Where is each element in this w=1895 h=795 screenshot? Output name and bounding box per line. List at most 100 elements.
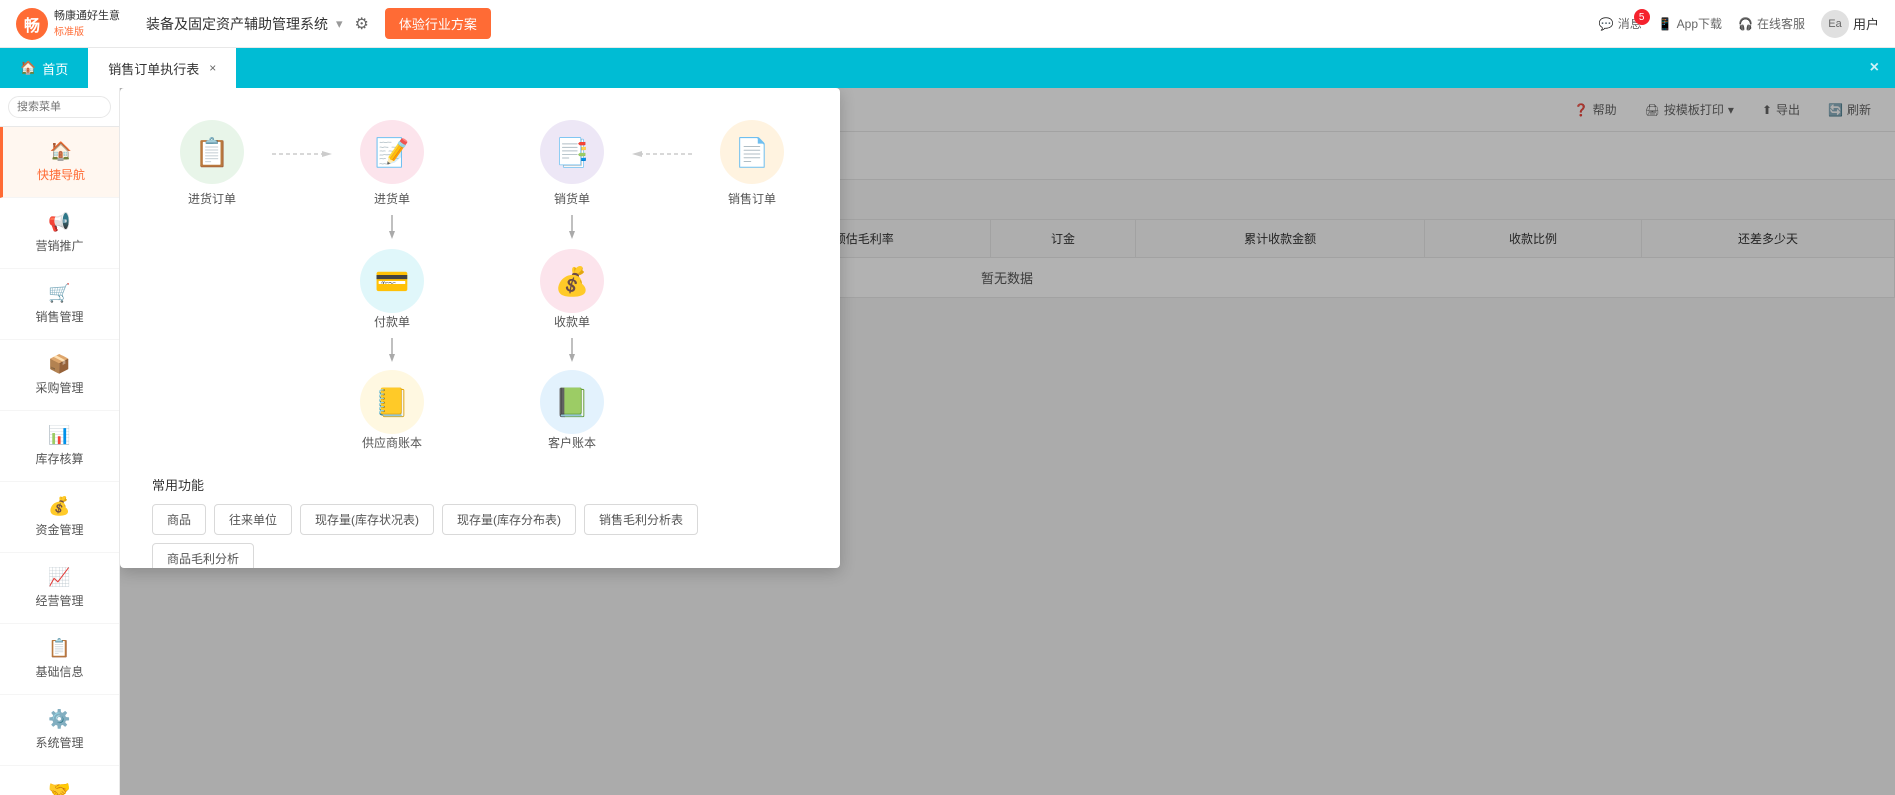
- customer-account-label: 客户账本: [548, 434, 596, 451]
- receipt-bill-node[interactable]: 💰 收款单: [512, 241, 632, 338]
- message-item[interactable]: 💬 消息 5: [1599, 15, 1642, 32]
- cf-btn-sales-margin[interactable]: 销售毛利分析表: [584, 504, 698, 535]
- s3: [452, 338, 512, 362]
- sidebar-label-marketing: 营销推广: [35, 237, 83, 254]
- common-buttons-row-1: 商品 往来单位 现存量(库存状况表) 现存量(库存分布表) 销售毛利分析表 商品…: [152, 504, 808, 568]
- online-service-item[interactable]: 🎧 在线客服: [1738, 15, 1805, 32]
- system-title-area: 装备及固定资产辅助管理系统 ▾ ⚙ 体验行业方案: [136, 8, 1599, 39]
- arrow-down-pay: [332, 338, 452, 362]
- logo-text: 畅康通好生意: [54, 9, 120, 23]
- message-badge: 5: [1634, 9, 1650, 25]
- sidebar-label-quick-nav: 快捷导航: [37, 166, 85, 183]
- supplier-account-circle: 📒: [360, 370, 424, 434]
- payment-bill-node[interactable]: 💳 付款单: [332, 241, 452, 338]
- cf-btn-goods-margin[interactable]: 商品毛利分析: [152, 543, 254, 568]
- cf-btn-stock-status[interactable]: 现存量(库存状况表): [300, 504, 434, 535]
- purchase-order-node[interactable]: 📋 进货订单: [152, 112, 272, 215]
- search-input[interactable]: [8, 96, 111, 118]
- customer-account-icon: 📗: [555, 386, 590, 419]
- sales-bill-label: 销货单: [554, 190, 590, 207]
- receipt-bill-icon: 💰: [555, 265, 590, 298]
- purchase-order-label: 进货订单: [188, 190, 236, 207]
- cf-btn-stock-dist[interactable]: 现存量(库存分布表): [442, 504, 576, 535]
- arrow-down-row-1: [152, 215, 632, 241]
- purchase-bill-node[interactable]: 📝 进货单: [332, 112, 452, 215]
- customer-account-circle: 📗: [540, 370, 604, 434]
- user-item[interactable]: Ea 用户: [1821, 10, 1879, 38]
- spacer-mid: [452, 215, 512, 241]
- sidebar-item-enterprise[interactable]: 🤝 企业协同: [0, 766, 119, 795]
- cf-btn-goods[interactable]: 商品: [152, 504, 206, 535]
- operations-icon: 📈: [48, 567, 70, 588]
- close-all-button[interactable]: ×: [1870, 59, 1879, 77]
- receipt-bill-label: 收款单: [554, 313, 590, 330]
- purchase-bill-circle: 📝: [360, 120, 424, 184]
- app-download-label: App下载: [1677, 15, 1722, 32]
- finance-icon: 💰: [48, 496, 70, 517]
- sidebar-label-basic-info: 基础信息: [35, 663, 83, 680]
- sidebar-item-basic-info[interactable]: 📋 基础信息: [0, 624, 119, 695]
- top-header: 畅 畅康通好生意 标准版 装备及固定资产辅助管理系统 ▾ ⚙ 体验行业方案 💬 …: [0, 0, 1895, 48]
- sidebar-item-system[interactable]: ⚙️ 系统管理: [0, 695, 119, 766]
- payment-bill-label: 付款单: [374, 313, 410, 330]
- settings-icon[interactable]: ⚙: [355, 14, 369, 34]
- flow-row-2: 💳 付款单 💰 收款单: [152, 241, 632, 338]
- supplier-account-icon: 📒: [375, 386, 410, 419]
- logo-icon: 畅: [16, 8, 48, 40]
- main-layout: 🏠 快捷导航 📢 营销推广 🛒 销售管理 📦 采购管理 📊 库存核算 💰 资金管…: [0, 88, 1895, 795]
- sidebar-label-purchase: 采购管理: [35, 379, 83, 396]
- common-functions-title: 常用功能: [152, 475, 808, 494]
- sidebar-label-finance: 资金管理: [35, 521, 83, 538]
- header-right: 💬 消息 5 📱 App下载 🎧 在线客服 Ea 用户: [1599, 10, 1879, 38]
- nav-tabs: 🏠 首页 销售订单执行表 × ×: [0, 48, 1895, 88]
- overlay[interactable]: 📋 进货订单: [120, 88, 1895, 795]
- s2: [272, 338, 332, 362]
- sidebar-item-purchase[interactable]: 📦 采购管理: [0, 340, 119, 411]
- home-icon: 🏠: [20, 60, 36, 76]
- common-functions: 常用功能 商品 往来单位 现存量(库存状况表) 现存量(库存分布表) 销售毛利分…: [152, 475, 808, 568]
- arrow-down-sales: [512, 215, 632, 241]
- receipt-bill-circle: 💰: [540, 249, 604, 313]
- content-area: ❓ 帮助 🖨 按模板打印 ▾ ⬆ 导出 🔄 刷新 📅 单据状态: [120, 88, 1895, 795]
- modal: 📋 进货订单: [120, 88, 840, 568]
- spacer-left: [152, 215, 272, 241]
- sidebar-item-operations[interactable]: 📈 经营管理: [0, 553, 119, 624]
- sales-bill-node[interactable]: 📑 销货单: [512, 112, 632, 215]
- customer-account-node[interactable]: 📗 客户账本: [512, 362, 632, 459]
- supplier-account-label: 供应商账本: [362, 434, 422, 451]
- payment-bill-circle: 💳: [360, 249, 424, 313]
- spacer-arrow: [272, 215, 332, 241]
- headset-icon: 🎧: [1738, 17, 1753, 31]
- tab-home[interactable]: 🏠 首页: [0, 48, 88, 88]
- experience-button[interactable]: 体验行业方案: [385, 8, 491, 39]
- flow-row-1: 📋 进货订单: [152, 112, 812, 215]
- purchase-order-circle: 📋: [180, 120, 244, 184]
- sidebar-item-marketing[interactable]: 📢 营销推广: [0, 198, 119, 269]
- sidebar-label-system: 系统管理: [35, 734, 83, 751]
- logo-area: 畅 畅康通好生意 标准版: [16, 8, 136, 40]
- tab-sales-order[interactable]: 销售订单执行表 ×: [88, 48, 236, 88]
- payment-bill-icon: 💳: [375, 265, 410, 298]
- system-title: 装备及固定资产辅助管理系统: [146, 14, 328, 34]
- search-bar-sidebar: [0, 88, 119, 127]
- dropdown-arrow-icon[interactable]: ▾: [336, 16, 343, 32]
- app-download-item[interactable]: 📱 App下载: [1658, 15, 1722, 32]
- sales-order-circle: 📄: [720, 120, 784, 184]
- s1: [152, 338, 272, 362]
- tab-home-label: 首页: [42, 59, 68, 78]
- cf-btn-partners[interactable]: 往来单位: [214, 504, 292, 535]
- sidebar-item-inventory[interactable]: 📊 库存核算: [0, 411, 119, 482]
- sidebar-item-finance[interactable]: 💰 资金管理: [0, 482, 119, 553]
- sales-bill-icon: 📑: [555, 136, 590, 169]
- sidebar: 🏠 快捷导航 📢 营销推广 🛒 销售管理 📦 采购管理 📊 库存核算 💰 资金管…: [0, 88, 120, 795]
- arrow-down-purchase: [332, 215, 452, 241]
- arrow-down-rec: [512, 338, 632, 362]
- sales-order-node[interactable]: 📄 销售订单: [692, 112, 812, 215]
- arrow-left-1: [632, 148, 692, 180]
- tab-close-icon[interactable]: ×: [209, 61, 216, 75]
- user-label: 用户: [1853, 14, 1879, 33]
- arrow-right-1: [272, 148, 332, 180]
- sidebar-item-quick-nav[interactable]: 🏠 快捷导航: [0, 127, 119, 198]
- sidebar-item-sales[interactable]: 🛒 销售管理: [0, 269, 119, 340]
- supplier-account-node[interactable]: 📒 供应商账本: [332, 362, 452, 459]
